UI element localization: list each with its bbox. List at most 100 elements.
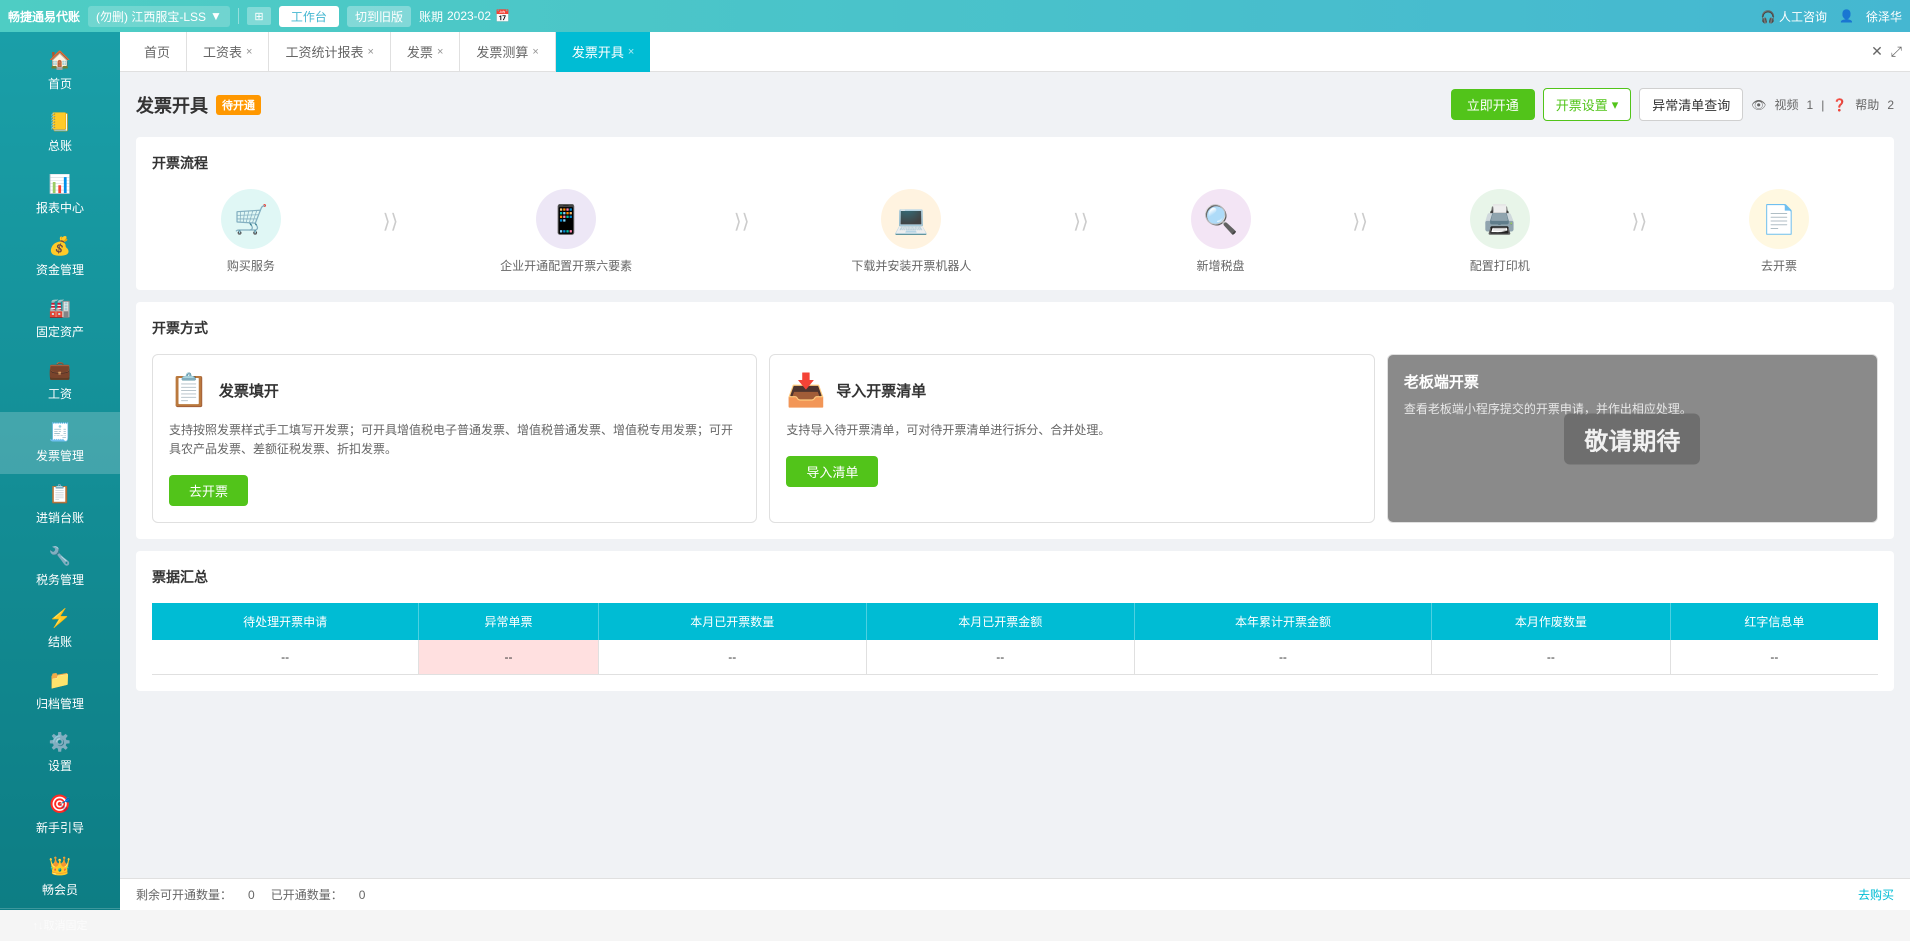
tab-salary[interactable]: 工资表 × (187, 32, 269, 72)
sidebar-item-reports[interactable]: 📊 报表中心 (0, 164, 120, 226)
salary-icon: 💼 (49, 360, 71, 381)
used-value: 0 (359, 888, 366, 902)
sidebar-item-ledger[interactable]: 📒 总账 (0, 102, 120, 164)
card2-title: 导入开票清单 (836, 380, 926, 401)
method-card-fill: 📋 发票填开 支持按照发票样式手工填写开发票；可开具增值税电子普通发票、增值税普… (152, 354, 757, 523)
flow-step-3: 💻 下载并安装开票机器人 (851, 189, 971, 274)
tab-close-invoice-calc[interactable]: × (532, 46, 538, 58)
methods-title: 开票方式 (152, 318, 1878, 338)
step5-icon: 🖨️ (1470, 189, 1530, 249)
checkout-icon: ⚡ (49, 608, 71, 629)
page-title: 发票开具 (136, 92, 208, 118)
summary-section: 票据汇总 待处理开票申请 异常单票 本月已开票数量 本月已开票金额 本年累计开票… (136, 551, 1894, 691)
invoice-icon: 🧾 (49, 422, 71, 443)
cell-abnormal: -- (419, 640, 598, 675)
settings-icon: ⚙️ (49, 732, 71, 753)
step4-label: 新增税盘 (1197, 257, 1245, 274)
sidebar-item-salary[interactable]: 💼 工资 (0, 350, 120, 412)
sidebar-item-member[interactable]: 👑 畅会员 (0, 846, 120, 908)
card1-btn[interactable]: 去开票 (169, 475, 248, 506)
card3-overlay: 敬请期待 (1564, 413, 1700, 464)
app-logo: 畅捷通易代账 (8, 8, 80, 25)
copy-icon[interactable]: ⊞ (247, 7, 271, 25)
sidebar-item-tax[interactable]: 🔧 税务管理 (0, 536, 120, 598)
purchase-icon: 📋 (49, 484, 71, 505)
sidebar-item-funds[interactable]: 💰 资金管理 (0, 226, 120, 288)
method-card-boss: 老板端开票 查看老板端小程序提交的开票申请，并作出相应处理。 敬请期待 (1387, 354, 1878, 523)
assets-icon: 🏭 (49, 298, 71, 319)
workstation-btn[interactable]: 工作台 (279, 6, 339, 27)
sidebar-item-checkout[interactable]: ⚡ 结账 (0, 598, 120, 660)
sidebar-item-purchase[interactable]: 📋 进销台账 (0, 474, 120, 536)
tab-close-all-icon[interactable]: ✕ (1871, 43, 1883, 60)
card2-btn[interactable]: 导入清单 (786, 456, 878, 487)
sidebar-item-assets[interactable]: 🏭 固定资产 (0, 288, 120, 350)
method-cards: 📋 发票填开 支持按照发票样式手工填写开发票；可开具增值税电子普通发票、增值税普… (152, 354, 1878, 523)
flow-title: 开票流程 (152, 153, 1878, 173)
sidebar-item-archive[interactable]: 📁 归档管理 (0, 660, 120, 722)
sidebar-item-guide[interactable]: 🎯 新手引导 (0, 784, 120, 846)
flow-step-2: 📱 企业开通配置开票六要素 (500, 189, 632, 274)
tab-salary-report[interactable]: 工资统计报表 × (269, 32, 390, 72)
card1-header: 📋 发票填开 (169, 371, 740, 409)
tax-icon: 🔧 (49, 546, 71, 567)
step4-icon: 🔍 (1191, 189, 1251, 249)
tab-home[interactable]: 首页 (128, 32, 187, 72)
tab-invoice-calc[interactable]: 发票测算 × (460, 32, 555, 72)
flow-step-5: 🖨️ 配置打印机 (1470, 189, 1530, 274)
buy-link[interactable]: 去购买 (1858, 886, 1894, 903)
company-selector[interactable]: (勿删) 江西服宝-LSS ▼ (88, 6, 230, 27)
card3-title: 老板端开票 (1404, 371, 1861, 392)
old-version-btn[interactable]: 切到旧版 (347, 6, 411, 27)
layout: 🏠 首页 📒 总账 📊 报表中心 💰 资金管理 🏭 固定资产 💼 工资 🧾 发票… (0, 32, 1910, 910)
sidebar-item-settings[interactable]: ⚙️ 设置 (0, 722, 120, 784)
open-now-btn[interactable]: 立即开通 (1451, 89, 1535, 120)
quota-label: 剩余可开通数量： (136, 886, 232, 903)
status-badge: 待开通 (216, 95, 261, 115)
tab-invoice-open[interactable]: 发票开具 × (556, 32, 650, 72)
summary-header-row: 待处理开票申请 异常单票 本月已开票数量 本月已开票金额 本年累计开票金额 本月… (152, 603, 1878, 640)
step6-label: 去开票 (1761, 257, 1797, 274)
page-content: 发票开具 待开通 立即开通 开票设置 ▾ 异常清单查询 👁 视频 1 | (120, 72, 1910, 878)
tab-invoice[interactable]: 发票 × (391, 32, 460, 72)
tab-close-salary[interactable]: × (246, 46, 252, 58)
tab-bar-actions: ✕ ⤢ (1871, 43, 1902, 60)
page-header: 发票开具 待开通 立即开通 开票设置 ▾ 异常清单查询 👁 视频 1 | (136, 88, 1894, 121)
col-year-amount: 本年累计开票金额 (1134, 603, 1431, 640)
step5-label: 配置打印机 (1470, 257, 1530, 274)
step2-icon: 📱 (536, 189, 596, 249)
page-title-area: 发票开具 待开通 (136, 92, 261, 118)
arrow1: ⟩⟩ (383, 209, 399, 254)
user-name[interactable]: 徐泽华 (1866, 8, 1902, 25)
quota-value: 0 (248, 888, 255, 902)
arrow3: ⟩⟩ (1073, 209, 1089, 254)
bottom-bar: 剩余可开通数量： 0 已开通数量： 0 去购买 (120, 878, 1910, 910)
card1-desc: 支持按照发票样式手工填写开发票；可开具增值税电子普通发票、增值税普通发票、增值税… (169, 421, 740, 459)
tab-bar: 首页 工资表 × 工资统计报表 × 发票 × 发票测算 × 发票开具 × (120, 32, 1910, 72)
tab-close-salary-report[interactable]: × (367, 46, 373, 58)
card2-header: 📥 导入开票清单 (786, 371, 1357, 409)
col-pending: 待处理开票申请 (152, 603, 419, 640)
col-void-count: 本月作废数量 (1432, 603, 1670, 640)
tab-maximize-icon[interactable]: ⤢ (1891, 43, 1902, 60)
top-bar: 畅捷通易代账 (勿删) 江西服宝-LSS ▼ ⊞ 工作台 切到旧版 账期 202… (0, 0, 1910, 32)
cell-year-amount: -- (1134, 640, 1431, 675)
tab-close-invoice[interactable]: × (437, 46, 443, 58)
guide-icon: 🎯 (49, 794, 71, 815)
calendar-icon[interactable]: 📅 (495, 9, 510, 23)
sidebar-item-invoice[interactable]: 🧾 发票管理 (0, 412, 120, 474)
step1-label: 购买服务 (227, 257, 275, 274)
headset-icon: 🎧 (1761, 10, 1776, 24)
sidebar-pin-toggle[interactable]: ↑↓取消固定 (0, 908, 120, 941)
service-btn[interactable]: 🎧 人工咨询 (1761, 8, 1827, 25)
arrow2: ⟩⟩ (734, 209, 750, 254)
card1-icon: 📋 (169, 371, 209, 409)
abnormal-query-btn[interactable]: 异常清单查询 (1639, 88, 1743, 121)
flow-section: 开票流程 🛒 购买服务 ⟩⟩ 📱 企业开 (136, 137, 1894, 290)
sidebar-item-home[interactable]: 🏠 首页 (0, 40, 120, 102)
open-settings-btn[interactable]: 开票设置 ▾ (1543, 88, 1632, 121)
summary-table: 待处理开票申请 异常单票 本月已开票数量 本月已开票金额 本年累计开票金额 本月… (152, 603, 1878, 675)
header-info: 👁 视频 1 | ❓ 帮助 2 (1751, 96, 1894, 113)
sidebar: 🏠 首页 📒 总账 📊 报表中心 💰 资金管理 🏭 固定资产 💼 工资 🧾 发票… (0, 32, 120, 910)
tab-close-invoice-open[interactable]: × (628, 46, 634, 58)
